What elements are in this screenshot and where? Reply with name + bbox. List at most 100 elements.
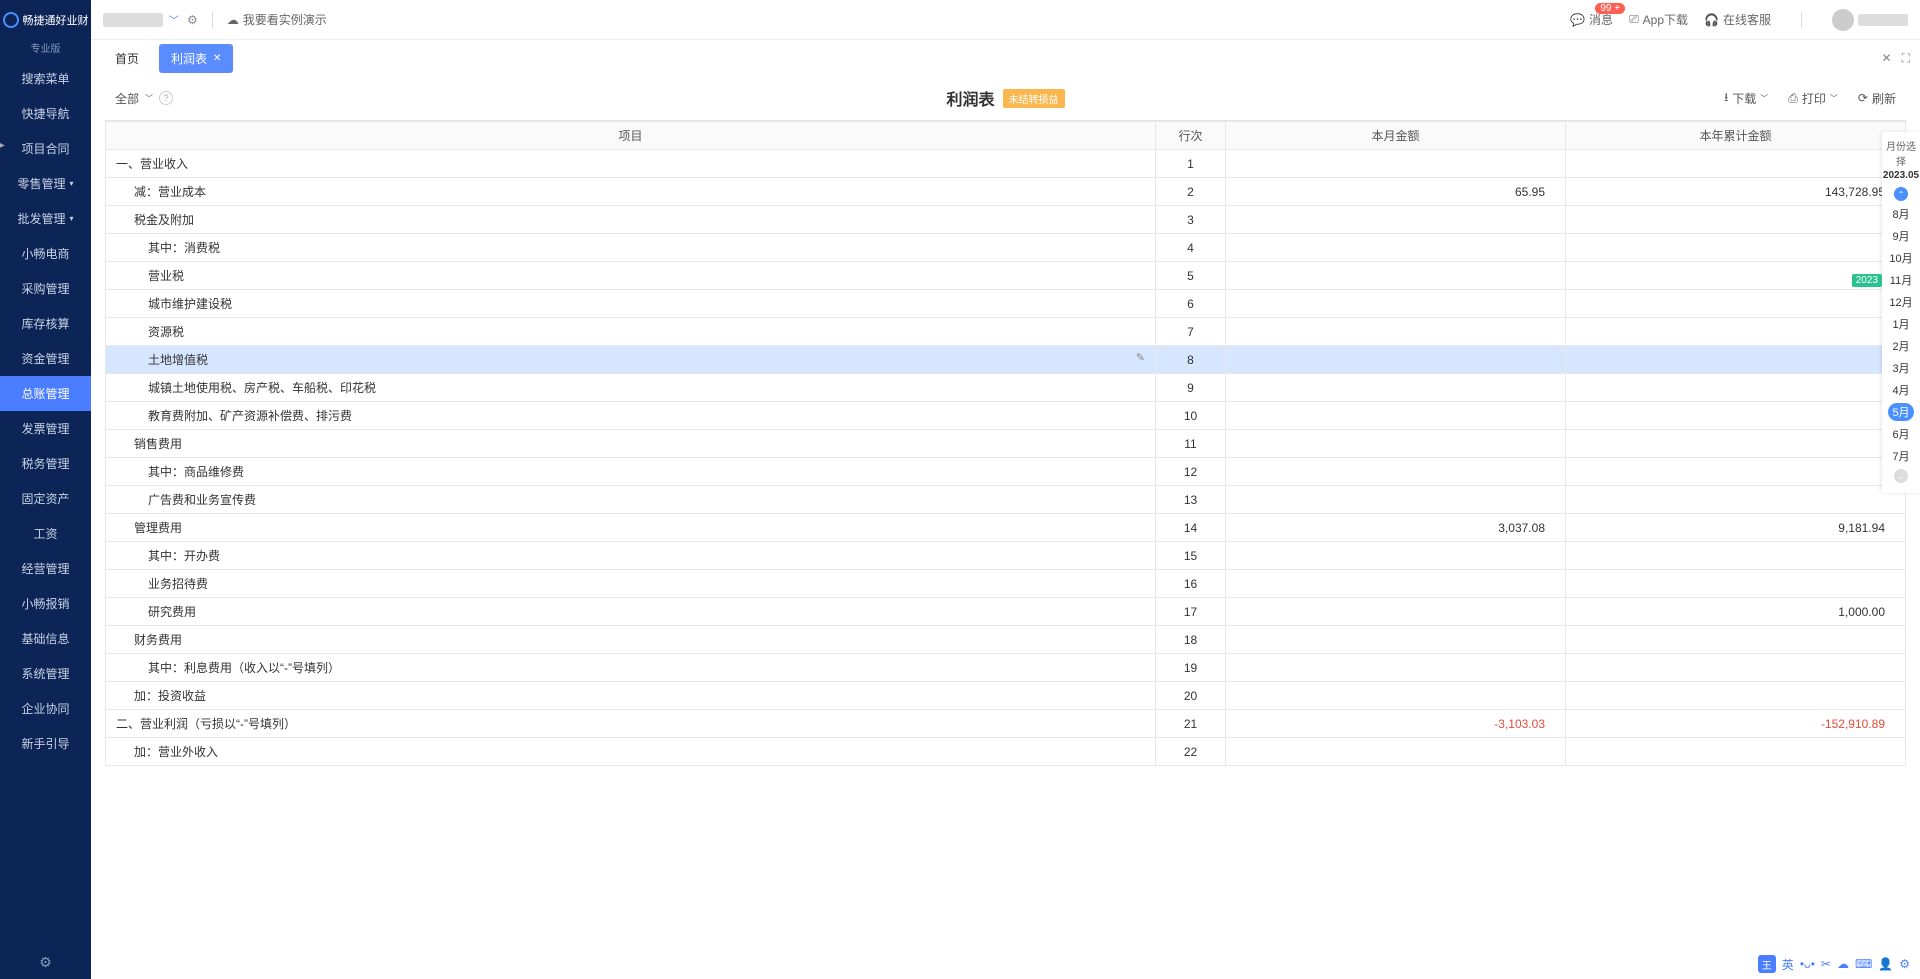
table-row[interactable]: 财务费用18 bbox=[106, 626, 1906, 654]
table-row[interactable]: 加：投资收益20 bbox=[106, 682, 1906, 710]
ime-cloud-icon[interactable]: ☁ bbox=[1837, 957, 1849, 971]
period-month[interactable]: 3月 bbox=[1892, 359, 1909, 377]
sidebar-item-4[interactable]: 批发管理▾ bbox=[0, 201, 91, 236]
cell-item: 研究费用 bbox=[106, 598, 1156, 626]
table-row[interactable]: 税金及附加3 bbox=[106, 206, 1906, 234]
table-row[interactable]: 研究费用171,000.00 bbox=[106, 598, 1906, 626]
year-tag: 2023 bbox=[1852, 274, 1882, 287]
table-row[interactable]: 其中：利息费用（收入以“-”号填列）19 bbox=[106, 654, 1906, 682]
ime-person-icon[interactable]: 👤 bbox=[1878, 957, 1893, 971]
period-month[interactable]: 8月 bbox=[1892, 205, 1909, 223]
sidebar-item-16[interactable]: 基础信息 bbox=[0, 621, 91, 656]
demo-link[interactable]: ☁ 我要看实例演示 bbox=[227, 11, 327, 28]
sidebar-item-0[interactable]: 搜索菜单 bbox=[0, 61, 91, 96]
table-row[interactable]: 加：营业外收入22 bbox=[106, 738, 1906, 766]
brand-name: 畅捷通好业财 bbox=[23, 12, 89, 28]
period-month[interactable]: 11月 bbox=[1890, 271, 1912, 289]
refresh-icon: ⟳ bbox=[1858, 91, 1868, 105]
period-prev[interactable]: ⌃ bbox=[1894, 187, 1908, 201]
sidebar-item-15[interactable]: 小畅报销 bbox=[0, 586, 91, 621]
sidebar-item-17[interactable]: 系统管理 bbox=[0, 656, 91, 691]
ime-gear-icon[interactable]: ⚙ bbox=[1899, 957, 1910, 971]
profit-table-wrap[interactable]: 项目 行次 本月金额 本年累计金额 一、营业收入1减：营业成本265.95143… bbox=[105, 120, 1906, 979]
chat-icon: 💬 bbox=[1570, 13, 1585, 27]
period-month[interactable]: 12月 bbox=[1889, 293, 1912, 311]
service-button[interactable]: 🎧 在线客服 bbox=[1704, 11, 1771, 28]
period-month[interactable]: 4月 bbox=[1892, 381, 1909, 399]
ime-mic-icon[interactable]: •ᴗ• bbox=[1800, 957, 1815, 971]
table-row[interactable]: 广告费和业务宣传费13 bbox=[106, 486, 1906, 514]
sidebar-menu: 搜索菜单快捷导航项目合同零售管理▾批发管理▾小畅电商采购管理库存核算资金管理总账… bbox=[0, 61, 91, 946]
sidebar-item-9[interactable]: 总账管理 bbox=[0, 376, 91, 411]
sidebar-item-1[interactable]: 快捷导航 bbox=[0, 96, 91, 131]
period-month[interactable]: 9月 bbox=[1892, 227, 1909, 245]
sidebar-item-11[interactable]: 税务管理 bbox=[0, 446, 91, 481]
period-month[interactable]: 5月 bbox=[1888, 403, 1914, 421]
print-button[interactable]: ⎙ 打印 ﹀ bbox=[1788, 88, 1838, 109]
ime-wang[interactable]: 王 bbox=[1758, 955, 1776, 973]
table-row[interactable]: 城市维护建设税6 bbox=[106, 290, 1906, 318]
period-month[interactable]: 1月 bbox=[1892, 315, 1909, 333]
download-icon: ⭳ bbox=[1724, 88, 1728, 109]
table-row[interactable]: 其中：消费税4 bbox=[106, 234, 1906, 262]
sidebar-settings[interactable]: ⚙ bbox=[0, 946, 91, 979]
sidebar-item-10[interactable]: 发票管理 bbox=[0, 411, 91, 446]
sidebar-item-6[interactable]: 采购管理 bbox=[0, 271, 91, 306]
tenant-selector[interactable]: ﹀ bbox=[103, 12, 179, 27]
cell-year bbox=[1566, 542, 1906, 570]
chevron-down-icon: ▾ bbox=[70, 214, 74, 223]
table-row[interactable]: 教育费附加、矿产资源补偿费、排污费10 bbox=[106, 402, 1906, 430]
period-month[interactable]: 10月 bbox=[1889, 249, 1912, 267]
edit-icon[interactable]: ✎ bbox=[1136, 351, 1145, 364]
table-row[interactable]: 二、营业利润（亏损以“-”号填列）21-3,103.03-152,910.89 bbox=[106, 710, 1906, 738]
tabs-close-all[interactable]: ✕ bbox=[1882, 51, 1892, 66]
period-month[interactable]: 2月 bbox=[1892, 337, 1909, 355]
divider bbox=[212, 11, 213, 29]
sidebar-item-18[interactable]: 企业协同 bbox=[0, 691, 91, 726]
tab-home[interactable]: 首页 bbox=[103, 44, 151, 73]
table-row[interactable]: 减：营业成本265.95143,728.95 bbox=[106, 178, 1906, 206]
table-row[interactable]: 城镇土地使用税、房产税、车船税、印花税9 bbox=[106, 374, 1906, 402]
sidebar-item-14[interactable]: 经营管理 bbox=[0, 551, 91, 586]
fullscreen-icon[interactable]: ⛶ bbox=[1902, 51, 1910, 66]
period-next[interactable]: ⌄ bbox=[1894, 469, 1908, 483]
scope-selector[interactable]: 全部 ﹀ ? bbox=[115, 90, 173, 107]
table-row[interactable]: 土地增值税✎8 bbox=[106, 346, 1906, 374]
sidebar-item-7[interactable]: 库存核算 bbox=[0, 306, 91, 341]
tab-profit[interactable]: 利润表 ✕ bbox=[159, 44, 233, 73]
sidebar-item-19[interactable]: 新手引导 bbox=[0, 726, 91, 761]
divider bbox=[1801, 11, 1802, 29]
table-row[interactable]: 其中：商品维修费12 bbox=[106, 458, 1906, 486]
table-row[interactable]: 销售费用11 bbox=[106, 430, 1906, 458]
sidebar-item-12[interactable]: 固定资产 bbox=[0, 481, 91, 516]
sidebar-item-13[interactable]: 工资 bbox=[0, 516, 91, 551]
messages-button[interactable]: 💬 消息 99 + bbox=[1570, 11, 1613, 28]
table-row[interactable]: 其中：开办费15 bbox=[106, 542, 1906, 570]
cell-month: -3,103.03 bbox=[1226, 710, 1566, 738]
help-icon[interactable]: ? bbox=[159, 91, 173, 105]
sidebar-item-3[interactable]: 零售管理▾ bbox=[0, 166, 91, 201]
table-row[interactable]: 资源税7 bbox=[106, 318, 1906, 346]
table-row[interactable]: 营业税5 bbox=[106, 262, 1906, 290]
ime-scissors-icon[interactable]: ✂ bbox=[1821, 957, 1831, 971]
ime-keyboard-icon[interactable]: ⌨ bbox=[1855, 957, 1872, 971]
download-button[interactable]: ⎚ App下载 bbox=[1629, 11, 1688, 28]
table-row[interactable]: 一、营业收入1 bbox=[106, 150, 1906, 178]
print-icon: ⎙ bbox=[1788, 91, 1798, 106]
period-month[interactable]: 6月 bbox=[1892, 425, 1909, 443]
download-button[interactable]: ⭳ 下载 ﹀ bbox=[1724, 88, 1768, 109]
table-row[interactable]: 管理费用143,037.089,181.94 bbox=[106, 514, 1906, 542]
sidebar-item-2[interactable]: 项目合同 bbox=[0, 131, 91, 166]
refresh-button[interactable]: ⟳ 刷新 bbox=[1858, 88, 1896, 109]
ime-lang[interactable]: 英 bbox=[1782, 956, 1794, 973]
cell-item: 其中：利息费用（收入以“-”号填列） bbox=[106, 654, 1156, 682]
sidebar-item-5[interactable]: 小畅电商 bbox=[0, 236, 91, 271]
settings-icon[interactable]: ⚙ bbox=[187, 13, 198, 27]
table-row[interactable]: 业务招待费16 bbox=[106, 570, 1906, 598]
cell-rownum: 19 bbox=[1156, 654, 1226, 682]
close-icon[interactable]: ✕ bbox=[213, 53, 221, 64]
user-menu[interactable] bbox=[1832, 9, 1908, 31]
sidebar-item-8[interactable]: 资金管理 bbox=[0, 341, 91, 376]
period-month[interactable]: 7月 bbox=[1892, 447, 1909, 465]
page-title: 利润表 bbox=[946, 86, 994, 110]
